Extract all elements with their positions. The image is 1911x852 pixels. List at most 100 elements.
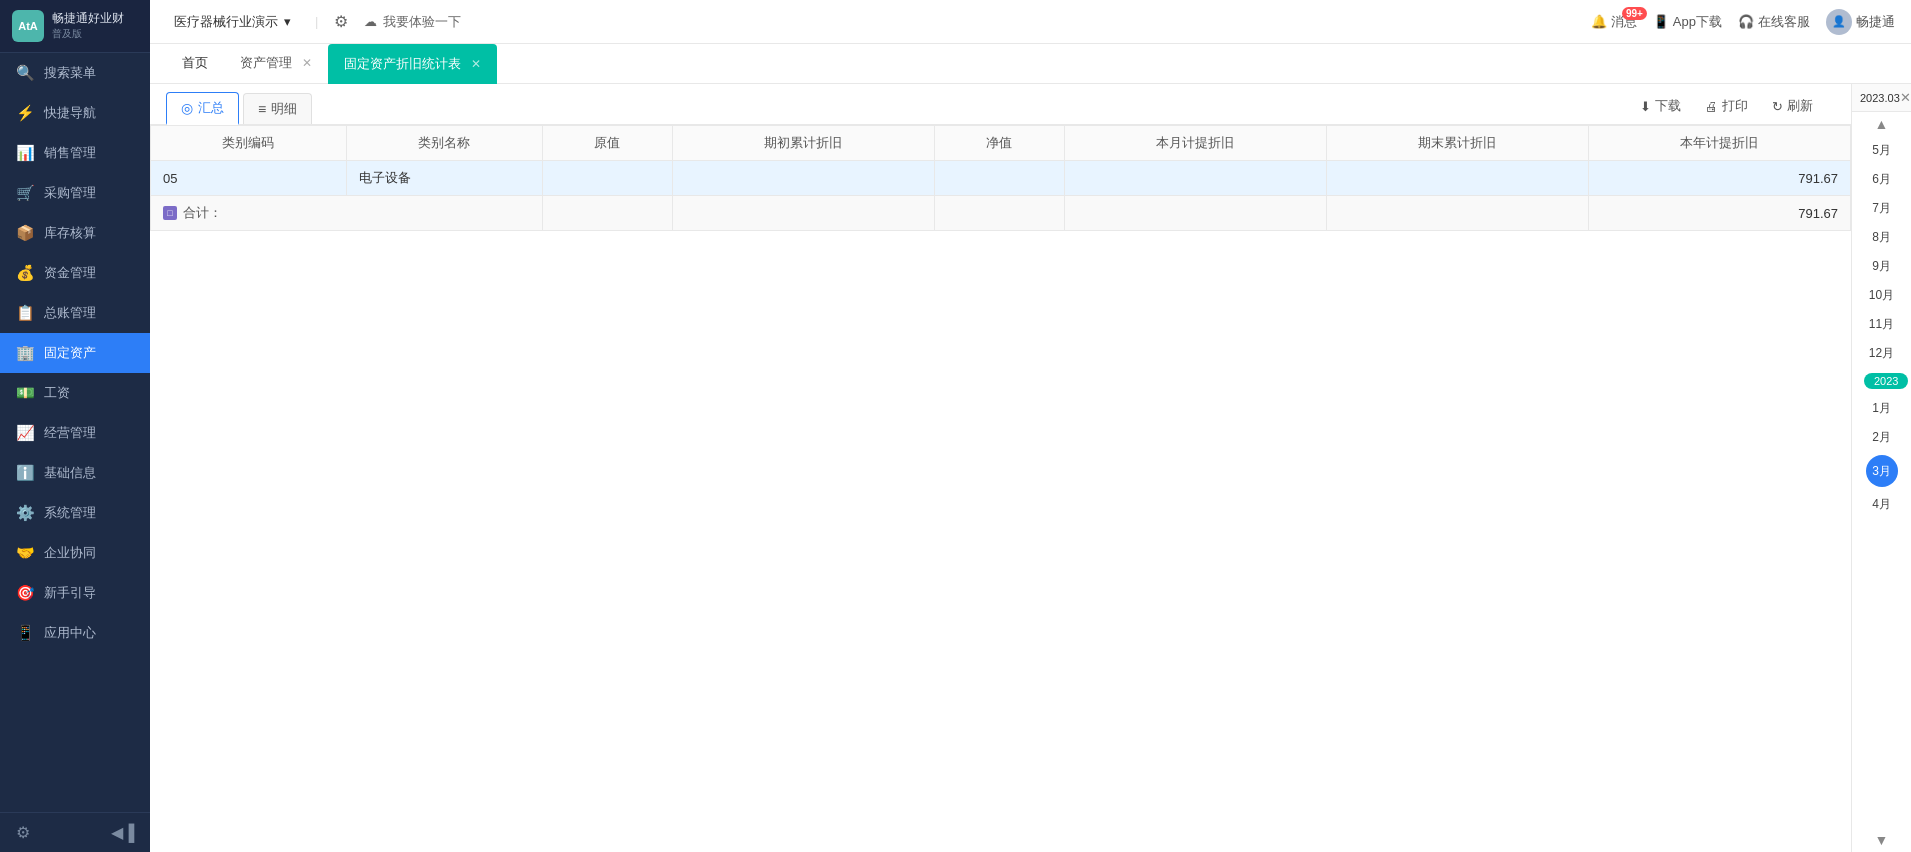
date-month-item[interactable]: 2月: [1866, 424, 1897, 451]
cell-closing-accum: [1326, 161, 1588, 196]
app-name: 畅捷通好业财: [52, 11, 124, 27]
content-panel: ◎ 汇总 ≡ 明细 ⬇ 下载 🖨 打印: [150, 84, 1851, 852]
app-center-icon: 📱: [16, 624, 34, 642]
sidebar-item-inventory[interactable]: 📦 库存核算: [0, 213, 150, 253]
sidebar-item-app-center[interactable]: 📱 应用中心: [0, 613, 150, 653]
sidebar-footer: ⚙ ◀▐: [0, 812, 150, 852]
operations-icon: 📈: [16, 424, 34, 442]
tab-depreciation-label: 固定资产折旧统计表: [344, 55, 461, 73]
date-next-btn[interactable]: ▼: [1852, 828, 1911, 852]
sidebar-item-system[interactable]: ⚙️ 系统管理: [0, 493, 150, 533]
app-download-btn[interactable]: 📱 App下载: [1653, 13, 1722, 31]
experience-btn[interactable]: ☁ 我要体验一下: [364, 13, 461, 31]
sidebar-item-ledger[interactable]: 📋 总账管理: [0, 293, 150, 333]
download-icon: ⬇: [1640, 99, 1651, 114]
sidebar-item-operations[interactable]: 📈 经营管理: [0, 413, 150, 453]
payroll-icon: 💵: [16, 384, 34, 402]
col-net: 净值: [934, 126, 1064, 161]
col-name: 类别名称: [346, 126, 542, 161]
date-month-item[interactable]: 12月: [1863, 340, 1900, 367]
sidebar-item-label: 系统管理: [44, 504, 96, 522]
sidebar-item-purchase[interactable]: 🛒 采购管理: [0, 173, 150, 213]
total-label-text: 合计：: [183, 204, 222, 222]
sidebar-item-quick-nav[interactable]: ⚡ 快捷导航: [0, 93, 150, 133]
experience-label: 我要体验一下: [383, 13, 461, 31]
dropdown-icon: ▾: [284, 14, 291, 29]
download-label: 下载: [1655, 97, 1681, 115]
date-month-item[interactable]: 4月: [1866, 491, 1897, 518]
tab-asset-mgmt[interactable]: 资产管理 ✕: [224, 44, 328, 84]
sub-tab-detail[interactable]: ≡ 明细: [243, 93, 312, 124]
sidebar-item-label: 快捷导航: [44, 104, 96, 122]
cell-code: 05: [151, 161, 347, 196]
sidebar-item-label: 销售管理: [44, 144, 96, 162]
toolbar: ⬇ 下载 🖨 打印 ↻ 刷新: [1618, 94, 1835, 122]
cooperation-icon: 🤝: [16, 544, 34, 562]
notification-btn[interactable]: 🔔 消息 99+: [1591, 13, 1637, 31]
cloud-icon: ☁: [364, 14, 377, 29]
date-month-item[interactable]: 6月: [1866, 166, 1897, 193]
cell-annual-depr: 791.67: [1588, 161, 1850, 196]
logo-icon: AtA: [12, 10, 44, 42]
tab-home[interactable]: 首页: [166, 44, 224, 84]
top-header: 医疗器械行业演示 ▾ | ⚙ ☁ 我要体验一下 🔔 消息 99+ 📱 App下载…: [150, 0, 1911, 44]
total-original: [542, 196, 672, 231]
print-label: 打印: [1722, 97, 1748, 115]
print-icon: 🖨: [1705, 99, 1718, 114]
gear-icon[interactable]: ⚙: [334, 12, 348, 31]
cell-original: [542, 161, 672, 196]
header-right: 🔔 消息 99+ 📱 App下载 🎧 在线客服 👤 畅捷通: [1591, 9, 1895, 35]
col-opening-accum: 期初累计折旧: [672, 126, 934, 161]
sidebar-item-label: 新手引导: [44, 584, 96, 602]
date-month-item[interactable]: 8月: [1866, 224, 1897, 251]
sub-tab-summary[interactable]: ◎ 汇总: [166, 92, 239, 125]
bell-icon: 🔔: [1591, 14, 1607, 29]
mobile-icon: 📱: [1653, 14, 1669, 29]
sidebar-item-finance[interactable]: 💰 资金管理: [0, 253, 150, 293]
sidebar-item-payroll[interactable]: 💵 工资: [0, 373, 150, 413]
content-area: ◎ 汇总 ≡ 明细 ⬇ 下载 🖨 打印: [150, 84, 1911, 852]
app-logo: AtA 畅捷通好业财 普及版: [0, 0, 150, 53]
sidebar-item-label: 总账管理: [44, 304, 96, 322]
cell-opening-accum: [672, 161, 934, 196]
print-btn[interactable]: 🖨 打印: [1699, 94, 1754, 118]
date-panel-title: 2023.03: [1860, 92, 1900, 104]
user-menu[interactable]: 👤 畅捷通: [1826, 9, 1895, 35]
sidebar-nav: 🔍 搜索菜单 ⚡ 快捷导航 📊 销售管理 🛒 采购管理 📦 库存核算 💰 资金管…: [0, 53, 150, 812]
company-selector[interactable]: 医疗器械行业演示 ▾: [166, 9, 299, 35]
detail-tab-icon: ≡: [258, 101, 266, 117]
sidebar-item-cooperation[interactable]: 🤝 企业协同: [0, 533, 150, 573]
fixed-assets-icon: 🏢: [16, 344, 34, 362]
total-annual-depr: 791.67: [1588, 196, 1850, 231]
date-prev-btn[interactable]: ▲: [1852, 112, 1911, 136]
customer-service-btn[interactable]: 🎧 在线客服: [1738, 13, 1810, 31]
sub-tabs: ◎ 汇总 ≡ 明细 ⬇ 下载 🖨 打印: [150, 84, 1851, 125]
total-opening-accum: [672, 196, 934, 231]
guide-icon: 🎯: [16, 584, 34, 602]
sidebar-item-label: 库存核算: [44, 224, 96, 242]
date-panel-close-btn[interactable]: ✕: [1900, 90, 1911, 105]
tab-close-icon[interactable]: ✕: [302, 56, 312, 70]
sidebar-item-guide[interactable]: 🎯 新手引导: [0, 573, 150, 613]
tab-depreciation[interactable]: 固定资产折旧统计表 ✕: [328, 44, 497, 84]
date-month-item[interactable]: 5月: [1866, 137, 1897, 164]
date-month-item[interactable]: 10月: [1863, 282, 1900, 309]
date-month-item[interactable]: 11月: [1863, 311, 1900, 338]
date-month-active[interactable]: 3月: [1866, 455, 1898, 487]
date-month-item[interactable]: 7月: [1866, 195, 1897, 222]
settings-footer-icon[interactable]: ⚙: [16, 823, 30, 842]
sidebar-item-basic-info[interactable]: ℹ️ 基础信息: [0, 453, 150, 493]
refresh-label: 刷新: [1787, 97, 1813, 115]
notification-badge: 99+: [1622, 7, 1647, 20]
date-month-item[interactable]: 9月: [1866, 253, 1897, 280]
tab-close-active-icon[interactable]: ✕: [471, 57, 481, 71]
download-btn[interactable]: ⬇ 下载: [1634, 94, 1687, 118]
col-code: 类别编码: [151, 126, 347, 161]
sidebar-item-search[interactable]: 🔍 搜索菜单: [0, 53, 150, 93]
sidebar-item-fixed-assets[interactable]: 🏢 固定资产: [0, 333, 150, 373]
cell-monthly-depr: [1064, 161, 1326, 196]
sidebar-item-sales[interactable]: 📊 销售管理: [0, 133, 150, 173]
refresh-btn[interactable]: ↻ 刷新: [1766, 94, 1819, 118]
collapse-icon[interactable]: ◀▐: [111, 823, 134, 842]
date-month-item[interactable]: 1月: [1866, 395, 1897, 422]
